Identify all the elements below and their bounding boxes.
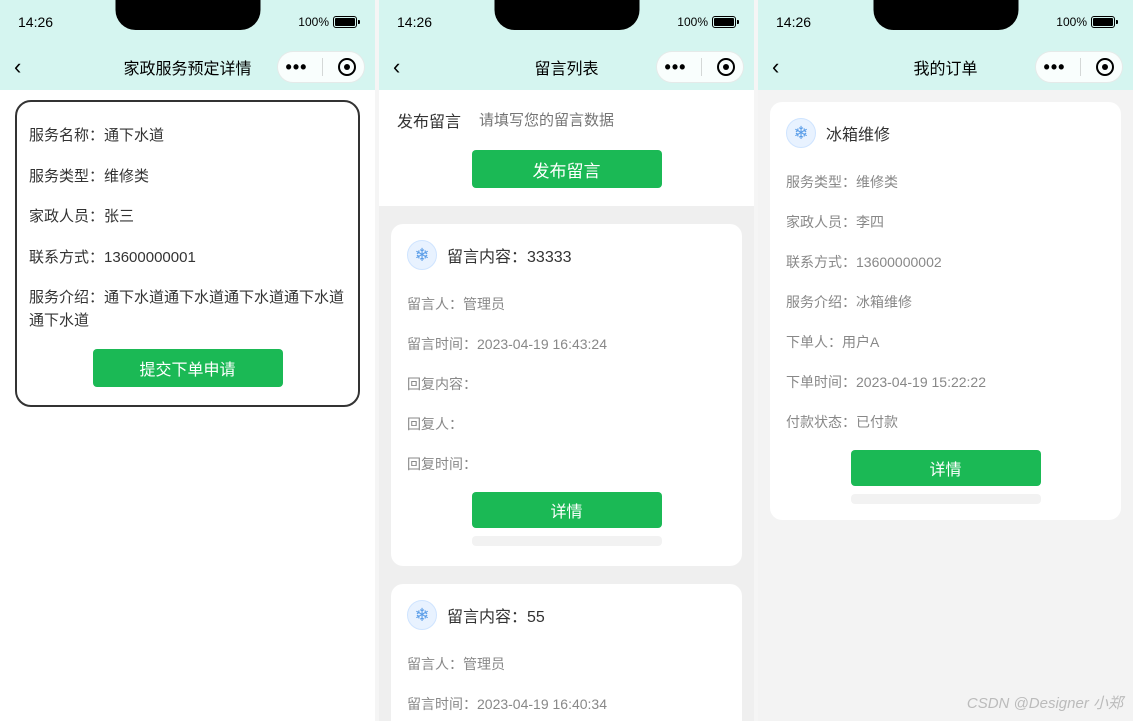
row-contact: 联系方式：13600000002 <box>786 242 1105 282</box>
row-order-time: 下单时间：2023-04-19 15:22:22 <box>786 362 1105 402</box>
publish-button[interactable]: 发布留言 <box>472 150 662 188</box>
phone-screen-1: 14:26 100% ‹ 家政服务预定详情 ••• 服务名称：通下水道 服务类型… <box>0 0 375 721</box>
row-service-type: 服务类型：维修类 <box>29 157 346 198</box>
row-staff: 家政人员：张三 <box>29 197 346 238</box>
placeholder-bar <box>851 494 1041 504</box>
page-title: 我的订单 <box>913 55 977 79</box>
battery-percent: 100% <box>1056 15 1087 29</box>
message-input[interactable] <box>479 112 736 129</box>
row-reply-time: 回复时间： <box>407 444 726 484</box>
menu-icon[interactable]: ••• <box>286 58 308 76</box>
row-time: 留言时间：2023-04-19 16:40:34 <box>407 684 726 721</box>
row-reply-person: 回复人： <box>407 404 726 444</box>
phone-screen-3: 14:26 100% ‹ 我的订单 ••• ❄ 冰箱维修 服务类型：维修类 家政… <box>758 0 1133 721</box>
message-content: 留言内容：55 <box>447 603 545 627</box>
device-notch <box>115 0 260 30</box>
battery-icon <box>712 16 736 28</box>
row-reply-content: 回复内容： <box>407 364 726 404</box>
row-pay-status: 付款状态：已付款 <box>786 402 1105 442</box>
mini-program-capsule[interactable]: ••• <box>1035 51 1123 83</box>
battery-percent: 100% <box>677 15 708 29</box>
status-time: 14:26 <box>776 14 811 30</box>
row-intro: 服务介绍：通下水道通下水道通下水道通下水道通下水道 <box>29 278 346 341</box>
phone-screen-2: 14:26 100% ‹ 留言列表 ••• 发布留言 发布留言 ❄ 留言内容：3… <box>379 0 754 721</box>
placeholder-bar <box>472 536 662 546</box>
service-detail-card: 服务名称：通下水道 服务类型：维修类 家政人员：张三 联系方式：13600000… <box>15 100 360 407</box>
menu-icon[interactable]: ••• <box>1044 58 1066 76</box>
nav-bar: ‹ 留言列表 ••• <box>379 44 754 90</box>
row-intro: 服务介绍：冰箱维修 <box>786 282 1105 322</box>
order-card: ❄ 冰箱维修 服务类型：维修类 家政人员：李四 联系方式：13600000002… <box>770 102 1121 520</box>
mini-program-capsule[interactable]: ••• <box>277 51 365 83</box>
nav-bar: ‹ 我的订单 ••• <box>758 44 1133 90</box>
submit-order-button[interactable]: 提交下单申请 <box>93 349 283 387</box>
battery-icon <box>333 16 357 28</box>
row-person: 留言人：管理员 <box>407 284 726 324</box>
order-name: 冰箱维修 <box>826 121 890 145</box>
close-icon[interactable] <box>717 58 735 76</box>
status-time: 14:26 <box>18 14 53 30</box>
row-service-name: 服务名称：通下水道 <box>29 116 346 157</box>
row-contact: 联系方式：13600000001 <box>29 238 346 279</box>
row-person: 留言人：管理员 <box>407 644 726 684</box>
close-icon[interactable] <box>338 58 356 76</box>
mini-program-capsule[interactable]: ••• <box>656 51 744 83</box>
row-orderer: 下单人：用户A <box>786 322 1105 362</box>
watermark: CSDN @Designer 小郑 <box>967 692 1123 713</box>
close-icon[interactable] <box>1096 58 1114 76</box>
status-time: 14:26 <box>397 14 432 30</box>
snowflake-icon: ❄ <box>786 118 816 148</box>
battery-icon <box>1091 16 1115 28</box>
menu-icon[interactable]: ••• <box>665 58 687 76</box>
device-notch <box>873 0 1018 30</box>
row-service-type: 服务类型：维修类 <box>786 162 1105 202</box>
row-staff: 家政人员：李四 <box>786 202 1105 242</box>
detail-button[interactable]: 详情 <box>472 492 662 528</box>
page-title: 家政服务预定详情 <box>123 55 251 79</box>
detail-button[interactable]: 详情 <box>851 450 1041 486</box>
message-content: 留言内容：33333 <box>447 243 572 267</box>
back-icon[interactable]: ‹ <box>772 54 796 80</box>
publish-label: 发布留言 <box>397 108 461 132</box>
message-card: ❄ 留言内容：33333 留言人：管理员 留言时间：2023-04-19 16:… <box>391 224 742 566</box>
back-icon[interactable]: ‹ <box>14 54 38 80</box>
message-card: ❄ 留言内容：55 留言人：管理员 留言时间：2023-04-19 16:40:… <box>391 584 742 721</box>
publish-section: 发布留言 发布留言 <box>379 90 754 206</box>
page-title: 留言列表 <box>534 55 598 79</box>
device-notch <box>494 0 639 30</box>
snowflake-icon: ❄ <box>407 240 437 270</box>
back-icon[interactable]: ‹ <box>393 54 417 80</box>
battery-percent: 100% <box>298 15 329 29</box>
nav-bar: ‹ 家政服务预定详情 ••• <box>0 44 375 90</box>
snowflake-icon: ❄ <box>407 600 437 630</box>
row-time: 留言时间：2023-04-19 16:43:24 <box>407 324 726 364</box>
